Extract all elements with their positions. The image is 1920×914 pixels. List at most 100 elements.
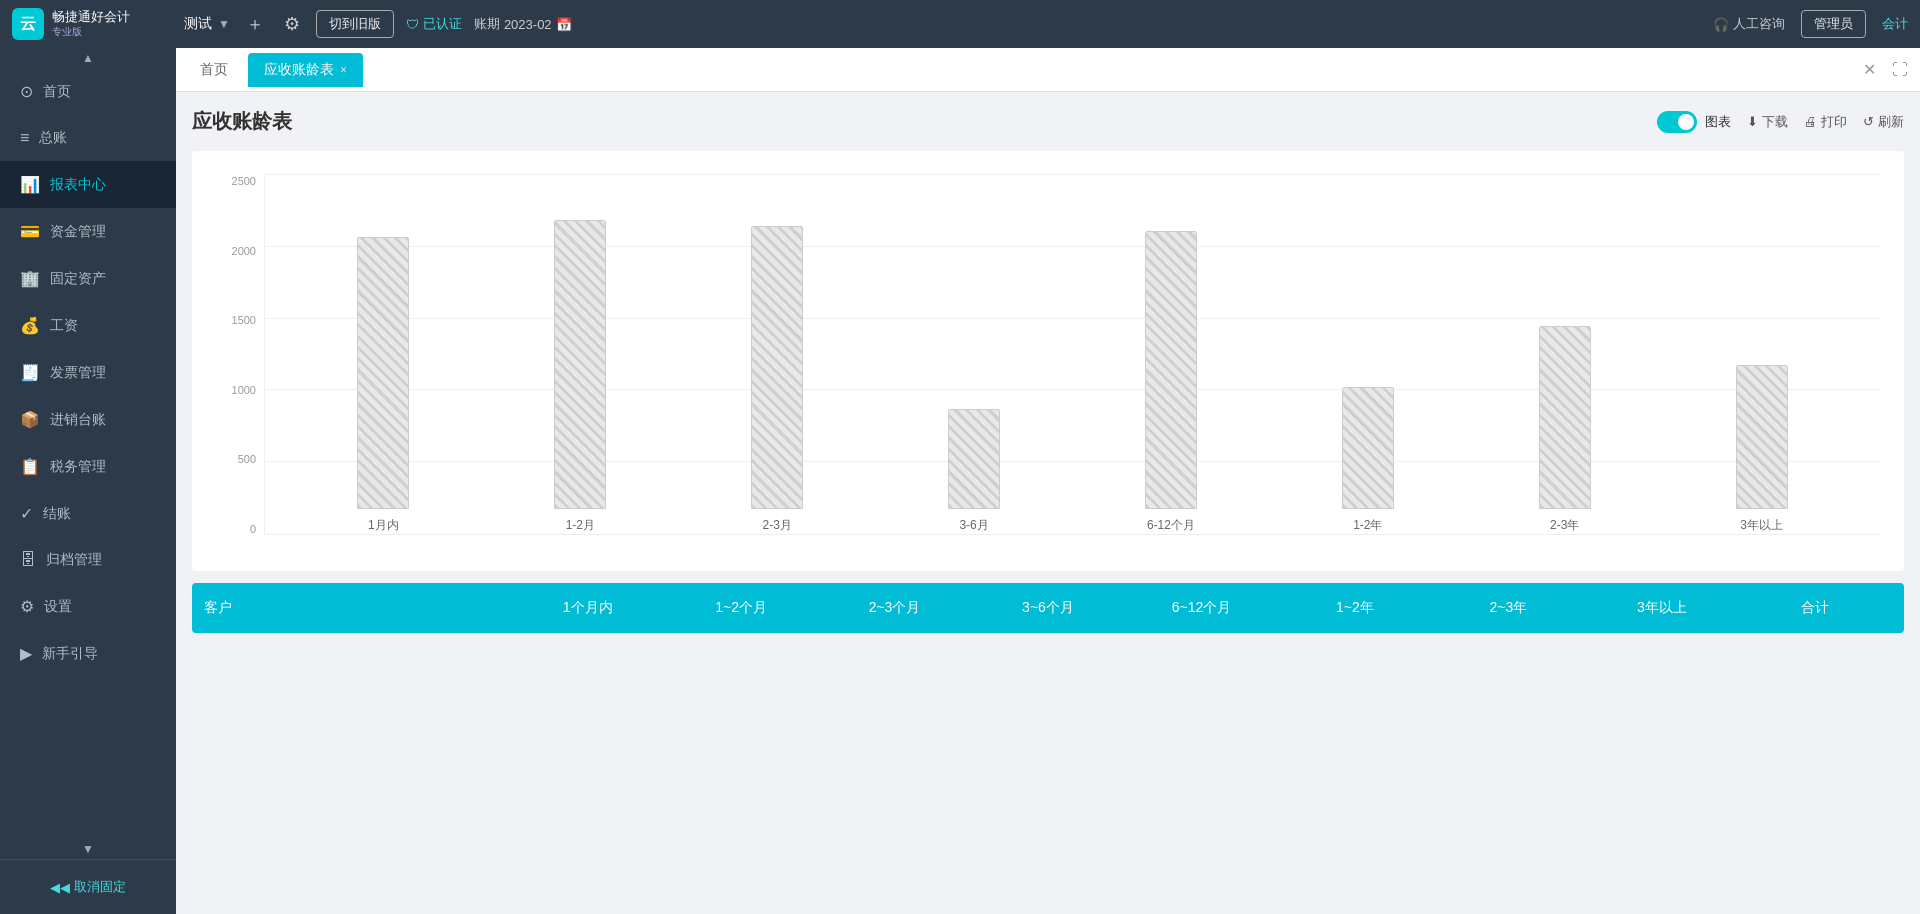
archive-icon: 🗄 xyxy=(20,551,36,569)
sidebar-label-assets: 固定资产 xyxy=(50,270,106,288)
col-6-12m: 6~12个月 xyxy=(1125,599,1278,617)
sidebar-label-salary: 工资 xyxy=(50,317,78,335)
logo-icon: 云 xyxy=(12,8,44,40)
home-icon: ⊙ xyxy=(20,82,33,101)
tab-close-icon[interactable]: × xyxy=(340,63,347,77)
sidebar-label-settle: 结账 xyxy=(43,505,71,523)
customer-service-btn[interactable]: 🎧 人工咨询 xyxy=(1713,15,1785,33)
company-selector[interactable]: 测试 ▼ xyxy=(184,15,230,33)
chart-y-axis: 0 500 1000 1500 2000 2500 xyxy=(216,175,264,535)
bar-group-3y-plus: 3年以上 xyxy=(1663,175,1860,534)
sidebar-item-salary[interactable]: 💰 工资 xyxy=(0,302,176,349)
sidebar-item-guide[interactable]: ▶ 新手引导 xyxy=(0,630,176,677)
cancel-fixed-button[interactable]: ◀◀ 取消固定 xyxy=(42,870,134,904)
tax-icon: 📋 xyxy=(20,457,40,476)
calendar-icon[interactable]: 📅 xyxy=(556,17,572,32)
switch-old-button[interactable]: 切到旧版 xyxy=(316,10,394,38)
sidebar-item-settle[interactable]: ✓ 结账 xyxy=(0,490,176,537)
sales-icon: 📦 xyxy=(20,410,40,429)
settings-icon: ⚙ xyxy=(20,597,34,616)
sidebar-item-assets[interactable]: 🏢 固定资产 xyxy=(0,255,176,302)
report-actions: 图表 ⬇ 下载 🖨 打印 ↺ 刷新 xyxy=(1657,111,1904,133)
tab-bar: 首页 应收账龄表 × ✕ ⛶ xyxy=(176,48,1920,92)
logo-area: 云 畅捷通好会计 专业版 xyxy=(12,8,172,40)
shield-icon: 🛡 xyxy=(406,17,419,32)
bar-group-2-3m: 2-3月 xyxy=(679,175,876,534)
print-button[interactable]: 🖨 打印 xyxy=(1804,113,1847,131)
sidebar-label-ledger: 总账 xyxy=(39,129,67,147)
sidebar-item-invoice[interactable]: 🧾 发票管理 xyxy=(0,349,176,396)
guide-icon: ▶ xyxy=(20,644,32,663)
content-area: 首页 应收账龄表 × ✕ ⛶ 应收账龄表 图表 xyxy=(176,48,1920,914)
tab-ar-aging[interactable]: 应收账龄表 × xyxy=(248,53,363,87)
sidebar-item-home[interactable]: ⊙ 首页 xyxy=(0,68,176,115)
headset-icon: 🎧 xyxy=(1713,17,1729,32)
sidebar-scroll-down[interactable]: ▼ xyxy=(0,839,176,859)
tab-home[interactable]: 首页 xyxy=(184,53,244,87)
sidebar-item-settings[interactable]: ⚙ 设置 xyxy=(0,583,176,630)
y-label-1000: 1000 xyxy=(216,384,264,396)
bar-1m xyxy=(357,237,409,509)
bar-label-6-12m: 6-12个月 xyxy=(1147,517,1195,534)
col-3-6m: 3~6个月 xyxy=(971,599,1124,617)
col-total: 合计 xyxy=(1739,599,1892,617)
print-icon: 🖨 xyxy=(1804,114,1817,129)
sidebar-label-report: 报表中心 xyxy=(50,176,106,194)
y-label-500: 500 xyxy=(216,453,264,465)
bar-label-1-2m: 1-2月 xyxy=(566,517,595,534)
sidebar-item-report[interactable]: 📊 报表中心 xyxy=(0,161,176,208)
sidebar-label-settings: 设置 xyxy=(44,598,72,616)
sidebar-item-archive[interactable]: 🗄 归档管理 xyxy=(0,537,176,583)
add-button[interactable]: ＋ xyxy=(242,8,268,40)
capital-icon: 💳 xyxy=(20,222,40,241)
chart-toggle[interactable] xyxy=(1657,111,1697,133)
refresh-icon: ↺ xyxy=(1863,114,1874,129)
logo-text: 畅捷通好会计 xyxy=(52,9,130,25)
y-label-1500: 1500 xyxy=(216,314,264,326)
bar-label-3-6m: 3-6月 xyxy=(959,517,988,534)
sidebar-item-capital[interactable]: 💳 资金管理 xyxy=(0,208,176,255)
sidebar-item-ledger[interactable]: ≡ 总账 xyxy=(0,115,176,161)
bar-2-3y xyxy=(1539,326,1591,509)
bar-label-2-3m: 2-3月 xyxy=(763,517,792,534)
assets-icon: 🏢 xyxy=(20,269,40,288)
bar-label-2-3y: 2-3年 xyxy=(1550,517,1579,534)
sidebar: ▲ ⊙ 首页 ≡ 总账 📊 报表中心 💳 资金管理 🏢 固定资产 xyxy=(0,48,176,914)
tab-expand-button[interactable]: ⛶ xyxy=(1888,57,1912,83)
sidebar-label-guide: 新手引导 xyxy=(42,645,98,663)
bar-group-1-2y: 1-2年 xyxy=(1269,175,1466,534)
settings-icon-button[interactable]: ⚙ xyxy=(280,9,304,39)
col-1-2y: 1~2年 xyxy=(1278,599,1431,617)
sidebar-scroll-up[interactable]: ▲ xyxy=(0,48,176,68)
bar-group-1m: 1月内 xyxy=(285,175,482,534)
user-button[interactable]: 管理员 xyxy=(1801,10,1866,38)
bar-6-12m xyxy=(1145,231,1197,509)
chart-bars: 1月内 1-2月 2-3月 xyxy=(265,175,1880,534)
download-button[interactable]: ⬇ 下载 xyxy=(1747,113,1788,131)
tab-close-button[interactable]: ✕ xyxy=(1859,56,1880,83)
y-label-2500: 2500 xyxy=(216,175,264,187)
sidebar-label-sales: 进销台账 xyxy=(50,411,106,429)
invoice-icon: 🧾 xyxy=(20,363,40,382)
role-label[interactable]: 会计 xyxy=(1882,15,1908,33)
page-content: 应收账龄表 图表 ⬇ 下载 🖨 打印 ↺ xyxy=(176,92,1920,914)
col-1-2m: 1~2个月 xyxy=(664,599,817,617)
bar-label-3y-plus: 3年以上 xyxy=(1740,517,1783,534)
logo-sub: 专业版 xyxy=(52,25,130,39)
sidebar-item-sales[interactable]: 📦 进销台账 xyxy=(0,396,176,443)
col-3y-plus: 3年以上 xyxy=(1585,599,1738,617)
topbar-right: 🎧 人工咨询 管理员 会计 xyxy=(1713,10,1908,38)
sidebar-nav: ⊙ 首页 ≡ 总账 📊 报表中心 💳 资金管理 🏢 固定资产 💰 工资 xyxy=(0,68,176,839)
settle-icon: ✓ xyxy=(20,504,33,523)
refresh-button[interactable]: ↺ 刷新 xyxy=(1863,113,1904,131)
tab-bar-right: ✕ ⛶ xyxy=(1859,56,1912,83)
salary-icon: 💰 xyxy=(20,316,40,335)
sidebar-label-invoice: 发票管理 xyxy=(50,364,106,382)
data-table: 客户 1个月内 1~2个月 2~3个月 3~6个月 6~12个月 1~2年 2~… xyxy=(192,583,1904,633)
chart-plot: 1月内 1-2月 2-3月 xyxy=(264,175,1880,535)
main-layout: ▲ ⊙ 首页 ≡ 总账 📊 报表中心 💳 资金管理 🏢 固定资产 xyxy=(0,48,1920,914)
sidebar-label-capital: 资金管理 xyxy=(50,223,106,241)
sidebar-item-tax[interactable]: 📋 税务管理 xyxy=(0,443,176,490)
bar-1-2y xyxy=(1342,387,1394,509)
certified-badge: 🛡 已认证 xyxy=(406,15,462,33)
